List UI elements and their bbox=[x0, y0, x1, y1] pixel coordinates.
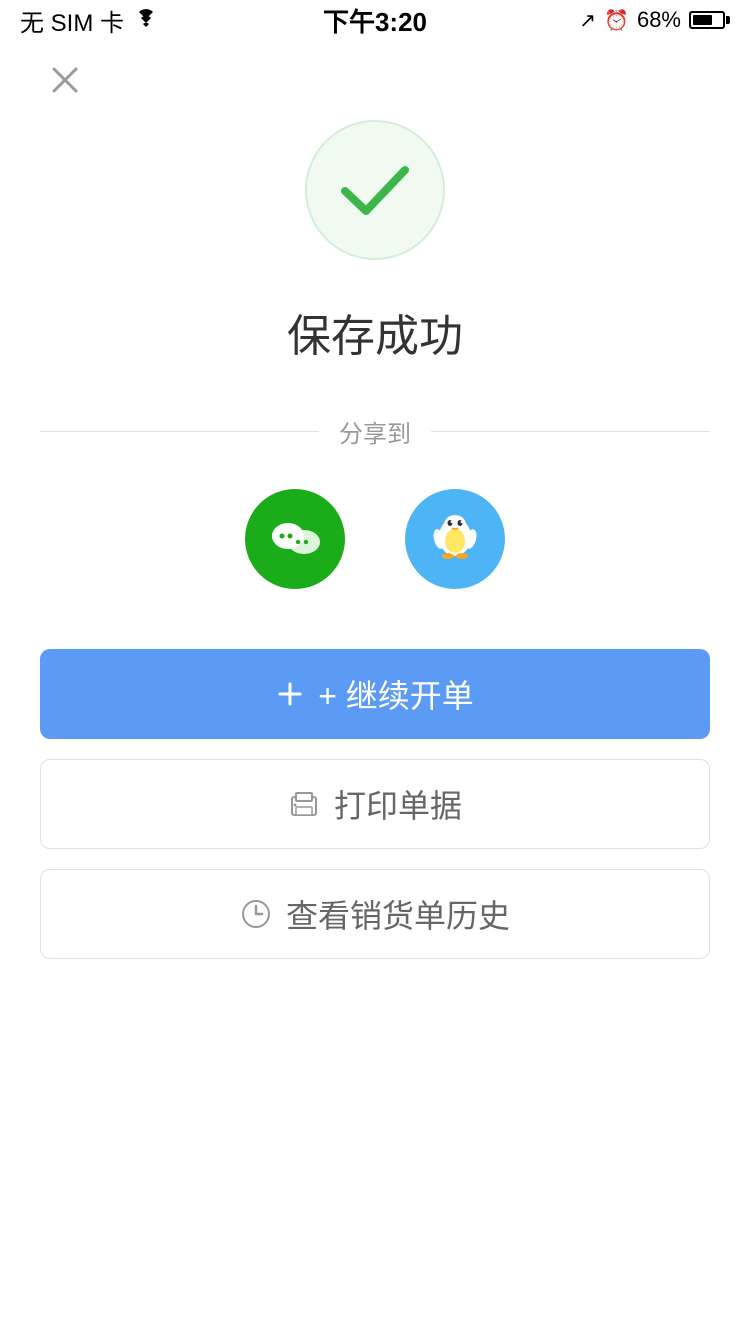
plus-icon bbox=[276, 680, 304, 708]
divider-label: 分享到 bbox=[319, 414, 431, 449]
status-bar: 无 SIM 卡 下午3:20 ↗ ⏰ 68% bbox=[0, 0, 750, 40]
qq-icon bbox=[425, 509, 485, 569]
divider-line-left bbox=[40, 431, 319, 432]
continue-order-label: + 继续开单 bbox=[318, 671, 474, 717]
close-button[interactable] bbox=[40, 55, 90, 105]
printer-icon bbox=[288, 789, 320, 819]
continue-order-button[interactable]: + 继续开单 bbox=[40, 649, 710, 739]
success-title: 保存成功 bbox=[287, 300, 463, 364]
no-sim-text: 无 SIM 卡 bbox=[20, 3, 124, 38]
status-left: 无 SIM 卡 bbox=[20, 3, 160, 38]
battery-icon bbox=[689, 11, 730, 29]
qq-share-button[interactable] bbox=[405, 489, 505, 589]
share-divider: 分享到 bbox=[0, 414, 750, 449]
history-label: 查看销货单历史 bbox=[286, 891, 510, 937]
battery-percent: 68% bbox=[637, 7, 681, 33]
main-content: 保存成功 分享到 bbox=[0, 40, 750, 959]
alarm-icon: ⏰ bbox=[604, 8, 629, 33]
status-time: 下午3:20 bbox=[323, 2, 427, 39]
wechat-share-button[interactable] bbox=[245, 489, 345, 589]
divider-line-right bbox=[431, 431, 710, 432]
action-buttons: + 继续开单 打印单据 查看销货单历史 bbox=[0, 649, 750, 959]
wechat-icon bbox=[268, 514, 323, 564]
history-button[interactable]: 查看销货单历史 bbox=[40, 869, 710, 959]
success-icon-circle bbox=[305, 120, 445, 260]
history-icon bbox=[240, 898, 272, 930]
print-label: 打印单据 bbox=[334, 781, 462, 827]
print-button[interactable]: 打印单据 bbox=[40, 759, 710, 849]
status-right: ↗ ⏰ 68% bbox=[579, 7, 730, 33]
share-icons-row bbox=[245, 489, 505, 589]
wifi-icon bbox=[132, 9, 160, 31]
location-icon: ↗ bbox=[579, 8, 596, 33]
checkmark-icon bbox=[340, 163, 410, 218]
